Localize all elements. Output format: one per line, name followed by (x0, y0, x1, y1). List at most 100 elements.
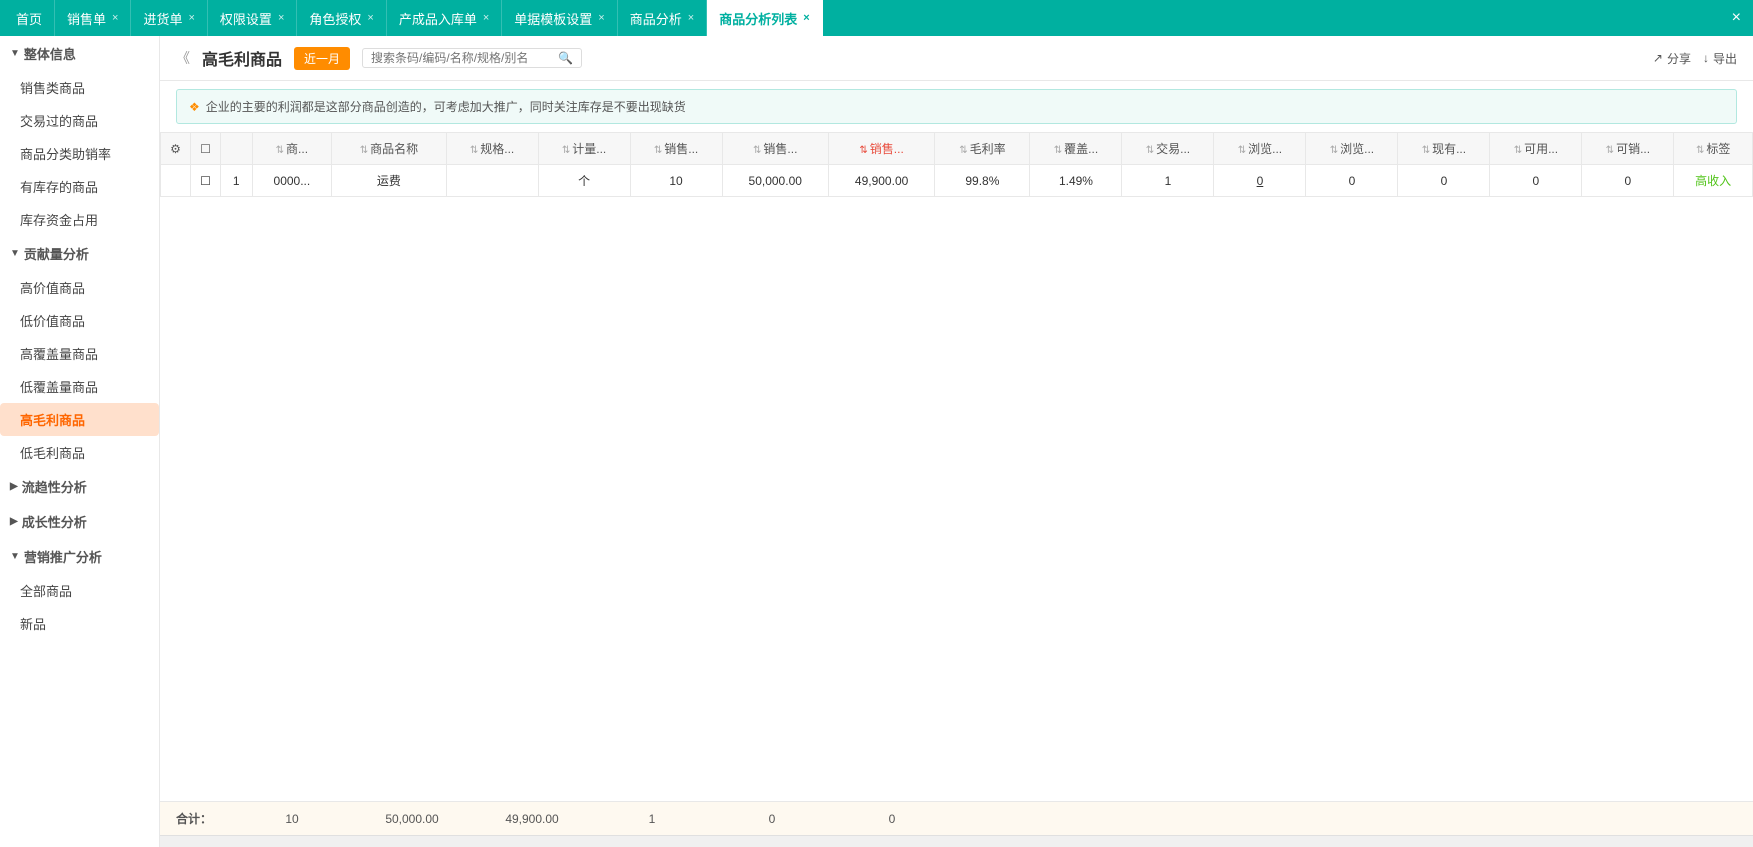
info-banner: ❖ 企业的主要的利润都是这部分商品创造的，可考虑加大推广，同时关注库存是不要出现… (176, 89, 1737, 124)
search-input[interactable] (371, 51, 554, 65)
row-settings (161, 165, 191, 197)
sidebar-item-low-margin[interactable]: 低毛利商品 (0, 436, 159, 469)
sidebar-group-marketing[interactable]: ▼ 营销推广分析 (0, 539, 159, 574)
col-spec[interactable]: ⇅规格... (446, 133, 538, 165)
sidebar: ▼ 整体信息 销售类商品 交易过的商品 商品分类助销率 有库存的商品 库存资金占… (0, 36, 160, 847)
arrow-growth: ▶ (10, 516, 18, 527)
sidebar-group-contribution[interactable]: ▼ 贡献量分析 (0, 236, 159, 271)
tab-purchase[interactable]: 进货单 × (131, 0, 207, 36)
tab-close-role[interactable]: × (367, 12, 373, 24)
sidebar-item-low-value[interactable]: 低价值商品 (0, 304, 159, 337)
content-area: 《 高毛利商品 近一月 🔍 ↗ 分享 ↓ 导出 ❖ 企业的主要的利润都是这部 (160, 36, 1753, 847)
row-spec (446, 165, 538, 197)
tab-goods-analysis[interactable]: 商品分析 × (618, 0, 707, 36)
row-coverage: 1.49% (1030, 165, 1122, 197)
sidebar-collapse-btn[interactable]: 《 (176, 48, 190, 68)
col-sales-amount[interactable]: ⇅销售... (722, 133, 828, 165)
tab-close-sales[interactable]: × (112, 12, 118, 24)
col-coverage[interactable]: ⇅覆盖... (1030, 133, 1122, 165)
main-layout: ▼ 整体信息 销售类商品 交易过的商品 商品分类助销率 有库存的商品 库存资金占… (0, 36, 1753, 847)
tab-home[interactable]: 首页 (4, 0, 55, 36)
sidebar-item-high-value[interactable]: 高价值商品 (0, 271, 159, 304)
tab-close-permissions[interactable]: × (278, 12, 284, 24)
col-transaction[interactable]: ⇅交易... (1122, 133, 1214, 165)
sidebar-item-stock-capital[interactable]: 库存资金占用 (0, 203, 159, 236)
sidebar-group-growth-label: 成长性分析 (22, 512, 87, 531)
col-sales-profit[interactable]: ⇅销售... (828, 133, 934, 165)
table-row: ☐ 1 0000... 运费 个 10 50,000.00 49,900.00 … (161, 165, 1753, 197)
horizontal-scrollbar[interactable] (160, 835, 1753, 847)
export-button[interactable]: ↓ 导出 (1703, 50, 1737, 67)
row-unit: 个 (538, 165, 630, 197)
tab-template[interactable]: 单据模板设置 × (502, 0, 617, 36)
col-sales-qty[interactable]: ⇅销售... (630, 133, 722, 165)
table-header-row: ⚙ ☐ ⇅商... ⇅商品名称 ⇅规格... ⇅计量... ⇅销售... ⇅销售… (161, 133, 1753, 165)
time-filter-button[interactable]: 近一月 (294, 47, 350, 70)
tab-role-auth[interactable]: 角色授权 × (297, 0, 386, 36)
tab-close-template[interactable]: × (598, 12, 604, 24)
arrow-overview: ▼ (10, 48, 20, 59)
col-settings[interactable]: ⚙ (161, 133, 191, 165)
col-code[interactable]: ⇅商... (252, 133, 332, 165)
export-icon: ↓ (1703, 51, 1709, 65)
col-current-stock[interactable]: ⇅现有... (1398, 133, 1490, 165)
footer-label: 合计： (176, 810, 212, 827)
row-transaction: 1 (1122, 165, 1214, 197)
sidebar-item-high-coverage[interactable]: 高覆盖量商品 (0, 337, 159, 370)
sidebar-group-trend[interactable]: ▶ 流趋性分析 (0, 469, 159, 504)
footer-available: 0 (852, 812, 932, 826)
tab-close-purchase[interactable]: × (188, 12, 194, 24)
col-gross-margin[interactable]: ⇅毛利率 (935, 133, 1030, 165)
sidebar-item-all-goods[interactable]: 全部商品 (0, 574, 159, 607)
sidebar-item-category-rate[interactable]: 商品分类助销率 (0, 137, 159, 170)
sidebar-item-low-coverage[interactable]: 低覆盖量商品 (0, 370, 159, 403)
tab-close-goods-list[interactable]: × (803, 12, 809, 24)
col-tag[interactable]: ⇅标签 (1674, 133, 1753, 165)
sidebar-item-sales-goods[interactable]: 销售类商品 (0, 71, 159, 104)
col-views2[interactable]: ⇅浏览... (1306, 133, 1398, 165)
col-name[interactable]: ⇅商品名称 (332, 133, 446, 165)
row-sales-amount: 50,000.00 (722, 165, 828, 197)
sidebar-item-traded-goods[interactable]: 交易过的商品 (0, 104, 159, 137)
tab-sales-order[interactable]: 销售单 × (55, 0, 131, 36)
sidebar-group-overview-label: 整体信息 (24, 44, 76, 63)
sidebar-group-overview[interactable]: ▼ 整体信息 (0, 36, 159, 71)
sidebar-group-contribution-label: 贡献量分析 (24, 244, 89, 263)
col-num (221, 133, 253, 165)
col-views1[interactable]: ⇅浏览... (1214, 133, 1306, 165)
sidebar-item-stocked-goods[interactable]: 有库存的商品 (0, 170, 159, 203)
row-available: 0 (1490, 165, 1582, 197)
share-icon: ↗ (1653, 51, 1663, 65)
row-views1[interactable]: 0 (1214, 165, 1306, 197)
tab-product-stock[interactable]: 产成品入库单 × (387, 0, 502, 36)
col-sellable[interactable]: ⇅可销... (1582, 133, 1674, 165)
info-text: 企业的主要的利润都是这部分商品创造的，可考虑加大推广，同时关注库存是不要出现缺货 (206, 98, 686, 115)
row-name: 运费 (332, 165, 446, 197)
sidebar-item-high-margin[interactable]: 高毛利商品 (0, 403, 159, 436)
search-icon[interactable]: 🔍 (558, 51, 573, 65)
header-actions: ↗ 分享 ↓ 导出 (1653, 50, 1737, 67)
search-box: 🔍 (362, 48, 582, 68)
row-code[interactable]: 0000... (252, 165, 332, 197)
sidebar-group-marketing-label: 营销推广分析 (24, 547, 102, 566)
footer-sales-profit: 49,900.00 (492, 812, 572, 826)
tab-bar: 首页 销售单 × 进货单 × 权限设置 × 角色授权 × 产成品入库单 × 单据… (0, 0, 1753, 36)
arrow-contribution: ▼ (10, 248, 20, 259)
tab-close-goods-analysis[interactable]: × (688, 12, 694, 24)
info-icon: ❖ (189, 100, 200, 114)
share-button[interactable]: ↗ 分享 (1653, 50, 1691, 67)
row-sales-qty: 10 (630, 165, 722, 197)
sidebar-group-growth[interactable]: ▶ 成长性分析 (0, 504, 159, 539)
col-unit[interactable]: ⇅计量... (538, 133, 630, 165)
row-check[interactable]: ☐ (191, 165, 221, 197)
row-sales-profit: 49,900.00 (828, 165, 934, 197)
col-available[interactable]: ⇅可用... (1490, 133, 1582, 165)
col-check[interactable]: ☐ (191, 133, 221, 165)
content-header: 《 高毛利商品 近一月 🔍 ↗ 分享 ↓ 导出 (160, 36, 1753, 81)
tab-close-all[interactable]: × (1724, 9, 1749, 27)
sidebar-item-new-goods[interactable]: 新品 (0, 607, 159, 640)
tab-permissions[interactable]: 权限设置 × (208, 0, 297, 36)
tab-goods-analysis-list[interactable]: 商品分析列表 × (707, 0, 822, 36)
arrow-marketing: ▼ (10, 551, 20, 562)
tab-close-product[interactable]: × (483, 12, 489, 24)
